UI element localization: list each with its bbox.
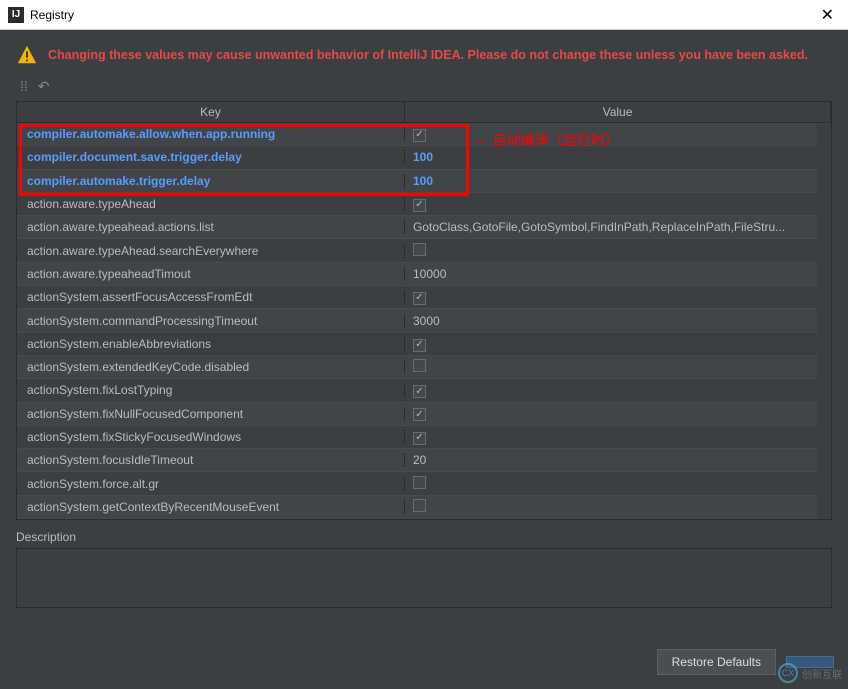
toolbar: ⁞⁞ ↶ [16, 76, 832, 99]
window-title: Registry [30, 8, 815, 22]
registry-value[interactable] [405, 476, 831, 492]
checkbox[interactable] [413, 385, 426, 398]
registry-key: actionSystem.assertFocusAccessFromEdt [17, 290, 405, 304]
table-row[interactable]: actionSystem.fixStickyFocusedWindows [17, 426, 831, 449]
registry-value[interactable] [405, 359, 831, 375]
registry-value[interactable]: 100 [405, 174, 831, 188]
table-row[interactable]: compiler.document.save.trigger.delay100 [17, 146, 831, 169]
registry-key: compiler.document.save.trigger.delay [17, 150, 405, 164]
registry-value[interactable]: 100 [405, 150, 831, 164]
registry-value[interactable] [405, 289, 831, 305]
registry-value[interactable] [405, 499, 831, 515]
registry-key: compiler.automake.allow.when.app.running [17, 127, 405, 141]
table-row[interactable]: compiler.automake.trigger.delay100 [17, 170, 831, 193]
grip-icon[interactable]: ⁞⁞ [20, 78, 28, 95]
registry-key: action.aware.typeahead.actions.list [17, 220, 405, 234]
registry-key: actionSystem.extendedKeyCode.disabled [17, 360, 405, 374]
registry-key: action.aware.typeaheadTimout [17, 267, 405, 281]
table-row[interactable]: action.aware.typeahead.actions.listGotoC… [17, 216, 831, 239]
checkbox[interactable] [413, 292, 426, 305]
registry-key: actionSystem.fixNullFocusedComponent [17, 407, 405, 421]
table-row[interactable]: actionSystem.enableAbbreviations [17, 333, 831, 356]
registry-key: action.aware.typeAhead [17, 197, 405, 211]
arrow-icon: ← [475, 132, 489, 148]
registry-key: actionSystem.getContextByRecentMouseEven… [17, 500, 405, 514]
table-row[interactable]: actionSystem.getContextByRecentMouseEven… [17, 496, 831, 519]
checkbox[interactable] [413, 476, 426, 489]
description-label: Description [16, 530, 832, 544]
registry-key: actionSystem.fixLostTyping [17, 383, 405, 397]
checkbox[interactable] [413, 129, 426, 142]
checkbox[interactable] [413, 432, 426, 445]
table-row[interactable]: actionSystem.focusIdleTimeout20 [17, 449, 831, 472]
warning-text: Changing these values may cause unwanted… [48, 48, 808, 62]
table-row[interactable]: actionSystem.assertFocusAccessFromEdt [17, 286, 831, 309]
registry-key: actionSystem.force.alt.gr [17, 477, 405, 491]
registry-value[interactable] [405, 336, 831, 352]
table-row[interactable]: action.aware.typeaheadTimout10000 [17, 263, 831, 286]
table-row[interactable]: actionSystem.commandProcessingTimeout300… [17, 309, 831, 332]
registry-key: actionSystem.commandProcessingTimeout [17, 314, 405, 328]
registry-table: Key Value compiler.automake.allow.when.a… [16, 101, 832, 520]
column-header-value[interactable]: Value [405, 102, 831, 122]
registry-value[interactable] [405, 196, 831, 212]
registry-value[interactable]: GotoClass,GotoFile,GotoSymbol,FindInPath… [405, 220, 831, 234]
table-row[interactable]: actionSystem.fixNullFocusedComponent [17, 403, 831, 426]
table-body: compiler.automake.allow.when.app.running… [17, 123, 831, 519]
table-row[interactable]: actionSystem.force.alt.gr [17, 472, 831, 495]
app-icon: IJ [8, 7, 24, 23]
table-header: Key Value [17, 102, 831, 123]
close-button[interactable] [786, 656, 834, 668]
registry-value[interactable] [405, 429, 831, 445]
table-row[interactable]: actionSystem.fixLostTyping [17, 379, 831, 402]
description-box [16, 548, 832, 608]
close-icon[interactable]: ✕ [815, 3, 840, 27]
registry-key: actionSystem.fixStickyFocusedWindows [17, 430, 405, 444]
dialog-buttons: Restore Defaults [657, 649, 834, 675]
registry-value[interactable]: 10000 [405, 267, 831, 281]
checkbox[interactable] [413, 199, 426, 212]
table-row[interactable]: compiler.automake.allow.when.app.running [17, 123, 831, 146]
checkbox[interactable] [413, 408, 426, 421]
registry-value[interactable]: 20 [405, 453, 831, 467]
table-row[interactable]: action.aware.typeAhead.searchEverywhere [17, 239, 831, 262]
window-titlebar: IJ Registry ✕ [0, 0, 848, 30]
registry-key: actionSystem.enableAbbreviations [17, 337, 405, 351]
registry-value[interactable]: 3000 [405, 314, 831, 328]
table-row[interactable]: actionSystem.extendedKeyCode.disabled [17, 356, 831, 379]
registry-key: actionSystem.focusIdleTimeout [17, 453, 405, 467]
annotation-arrow: ← 自动编译（运行时） [475, 130, 619, 150]
checkbox[interactable] [413, 499, 426, 512]
registry-value[interactable] [405, 383, 831, 399]
registry-value[interactable] [405, 243, 831, 259]
table-row[interactable]: action.aware.typeAhead [17, 193, 831, 216]
registry-key: action.aware.typeAhead.searchEverywhere [17, 244, 405, 258]
annotation-text: 自动编译（运行时） [493, 132, 619, 148]
warning-icon [16, 44, 38, 66]
warning-banner: Changing these values may cause unwanted… [16, 44, 832, 66]
registry-value[interactable] [405, 406, 831, 422]
vertical-scrollbar[interactable] [817, 124, 831, 519]
checkbox[interactable] [413, 243, 426, 256]
restore-defaults-button[interactable]: Restore Defaults [657, 649, 776, 675]
registry-key: compiler.automake.trigger.delay [17, 174, 405, 188]
checkbox[interactable] [413, 339, 426, 352]
dialog-body: Changing these values may cause unwanted… [0, 30, 848, 618]
column-header-key[interactable]: Key [17, 102, 405, 122]
undo-icon[interactable]: ↶ [38, 78, 50, 95]
checkbox[interactable] [413, 359, 426, 372]
